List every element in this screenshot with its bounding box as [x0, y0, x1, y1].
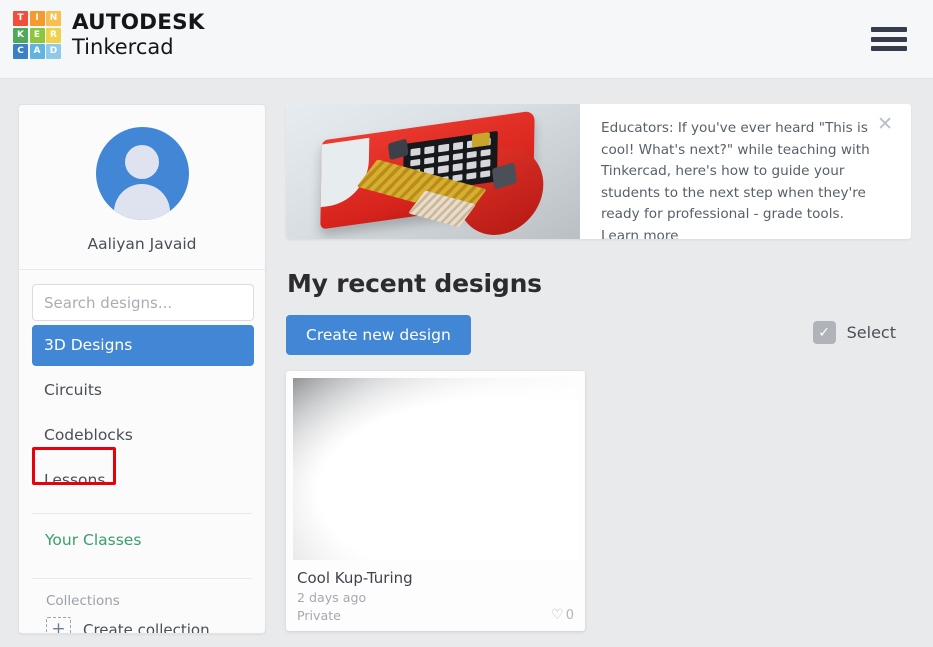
hamburger-bar: [871, 46, 907, 51]
hamburger-bar: [871, 27, 907, 32]
main-content: Educators: If you've ever heard "This is…: [286, 104, 912, 631]
search-input[interactable]: [32, 284, 254, 321]
promo-banner-body: Educators: If you've ever heard "This is…: [601, 120, 870, 222]
logo-tile-r: R: [46, 27, 61, 43]
promo-banner-image: [286, 104, 580, 239]
select-label: Select: [846, 323, 896, 342]
design-likes[interactable]: ♡ 0: [551, 607, 574, 623]
design-modified: 2 days ago: [297, 590, 367, 605]
sidebar: Aaliyan Javaid 3D DesignsCircuitsCodeblo…: [18, 104, 266, 634]
profile-name: Aaliyan Javaid: [87, 235, 197, 253]
sidebar-item-lessons[interactable]: Lessons: [32, 460, 254, 501]
create-collection-label: Create collection: [83, 620, 210, 634]
select-toggle[interactable]: ✓ Select: [812, 321, 896, 344]
design-thumbnail[interactable]: [293, 378, 578, 560]
logo-tile-k: K: [13, 27, 28, 43]
microbit-notch: [320, 137, 370, 208]
sidebar-item-3d-designs[interactable]: 3D Designs: [32, 325, 254, 366]
app-header: TIN KER CAD AUTODESK Tinkercad: [0, 0, 933, 79]
promo-banner: Educators: If you've ever heard "This is…: [286, 104, 911, 239]
brand-autodesk-label: AUTODESK: [72, 10, 205, 36]
hamburger-menu-icon[interactable]: [871, 24, 907, 54]
logo-tile-n: N: [46, 11, 61, 26]
learn-more-link[interactable]: Learn more: [601, 228, 679, 240]
logo-tile-e: E: [29, 27, 45, 43]
design-visibility: Private: [297, 608, 341, 623]
microbit-chip: [471, 131, 490, 148]
design-card[interactable]: Cool Kup-Turing 2 days ago Private ♡ 0: [286, 371, 585, 631]
brand-tinkercad-label: Tinkercad: [72, 34, 174, 59]
sidebar-item-codeblocks[interactable]: Codeblocks: [32, 415, 254, 456]
promo-banner-text: Educators: If you've ever heard "This is…: [580, 104, 911, 239]
avatar-head-shape: [125, 145, 159, 179]
create-new-design-button[interactable]: Create new design: [286, 315, 471, 355]
avatar[interactable]: [95, 127, 189, 220]
logo-tile-a: A: [29, 44, 45, 59]
microbit-board-graphic: [320, 110, 545, 239]
design-card-meta: Cool Kup-Turing 2 days ago Private ♡ 0: [286, 560, 585, 631]
logo-tile-d: D: [46, 44, 61, 59]
heart-icon: ♡: [551, 607, 564, 623]
logo-tile-c: C: [13, 44, 28, 59]
tinkercad-logo-icon: TIN KER CAD: [13, 11, 61, 59]
checkbox-icon[interactable]: ✓: [812, 321, 836, 344]
profile-block: Aaliyan Javaid: [19, 105, 265, 270]
design-title: Cool Kup-Turing: [297, 569, 413, 587]
sidebar-body: 3D DesignsCircuitsCodeblocksLessons Your…: [19, 270, 265, 634]
create-collection-button[interactable]: + Create collection: [32, 613, 252, 634]
logo-tile-i: I: [29, 11, 45, 26]
collections-section-label: Collections: [46, 593, 120, 609]
close-icon[interactable]: ✕: [877, 115, 893, 134]
design-like-count: 0: [565, 607, 574, 623]
page-title: My recent designs: [287, 269, 542, 298]
brand-logo-block[interactable]: TIN KER CAD AUTODESK Tinkercad: [13, 11, 205, 59]
hamburger-bar: [871, 36, 907, 42]
avatar-body-shape: [114, 184, 170, 220]
plus-icon: +: [46, 617, 71, 633]
action-row: Create new design ✓ Select: [286, 315, 912, 355]
sidebar-item-circuits[interactable]: Circuits: [32, 370, 254, 411]
logo-tile-t: T: [13, 11, 28, 26]
sidebar-item-your-classes[interactable]: Your Classes: [32, 514, 252, 566]
design-list: Cool Kup-Turing 2 days ago Private ♡ 0: [286, 371, 912, 631]
sidebar-nav-list: 3D Designs Circuits Codeblocks Lessons: [32, 325, 254, 501]
brand-text: AUTODESK Tinkercad: [72, 12, 205, 58]
